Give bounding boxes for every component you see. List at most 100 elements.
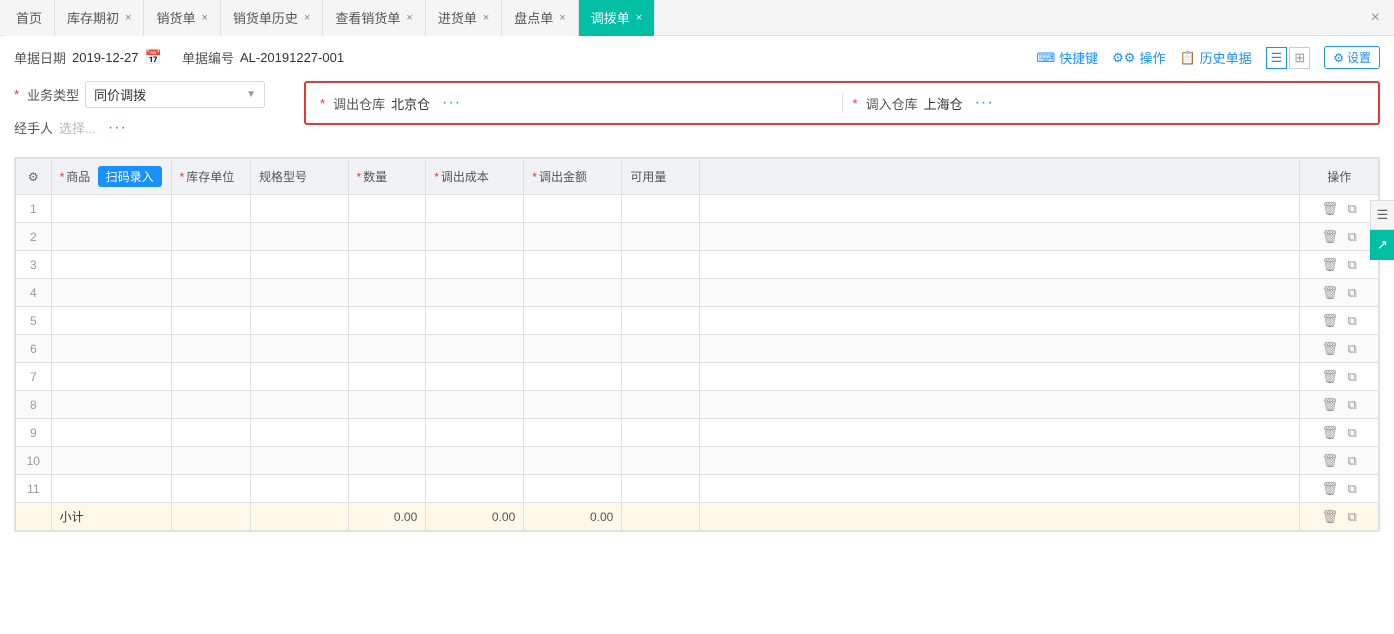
subtotal-copy-btn[interactable]: ⧉ [1348, 509, 1357, 525]
spec-cell[interactable] [250, 475, 348, 503]
calendar-icon[interactable]: 📅 [145, 49, 162, 66]
product-cell[interactable] [51, 475, 171, 503]
amount-cell[interactable] [524, 363, 622, 391]
amount-cell[interactable] [524, 251, 622, 279]
available-cell[interactable] [622, 251, 700, 279]
available-cell[interactable] [622, 335, 700, 363]
view-grid-btn[interactable]: ⊞ [1289, 47, 1310, 69]
cost-cell[interactable] [426, 307, 524, 335]
amount-cell[interactable] [524, 307, 622, 335]
business-type-select[interactable]: 同价调拨 ▼ [85, 81, 265, 108]
tab-transfer[interactable]: 调拨单 × [579, 0, 655, 36]
copy-row-btn[interactable]: ⧉ [1348, 257, 1357, 273]
delete-row-btn[interactable]: 🗑 [1322, 453, 1339, 469]
product-cell[interactable] [51, 447, 171, 475]
unit-cell[interactable] [171, 391, 250, 419]
tab-purchase-order[interactable]: 进货单 × [426, 0, 502, 36]
qty-cell[interactable] [348, 279, 426, 307]
close-all-tabs[interactable]: × [1361, 9, 1390, 27]
shortcuts-btn[interactable]: ⌨ 快捷键 [1036, 48, 1098, 67]
close-tab-inventory-init[interactable]: × [125, 12, 131, 24]
cost-cell[interactable] [426, 419, 524, 447]
available-cell[interactable] [622, 447, 700, 475]
qty-cell[interactable] [348, 363, 426, 391]
available-cell[interactable] [622, 307, 700, 335]
amount-cell[interactable] [524, 419, 622, 447]
amount-cell[interactable] [524, 391, 622, 419]
delete-row-btn[interactable]: 🗑 [1322, 285, 1339, 301]
cost-cell[interactable] [426, 363, 524, 391]
spec-cell[interactable] [250, 195, 348, 223]
delete-row-btn[interactable]: 🗑 [1322, 481, 1339, 497]
cost-cell[interactable] [426, 447, 524, 475]
available-cell[interactable] [622, 195, 700, 223]
qty-cell[interactable] [348, 307, 426, 335]
unit-cell[interactable] [171, 195, 250, 223]
product-cell[interactable] [51, 419, 171, 447]
close-tab-sales-history[interactable]: × [304, 12, 310, 24]
history-btn[interactable]: 📋 历史单据 [1179, 48, 1251, 67]
in-warehouse-more-btn[interactable]: ··· [975, 94, 994, 112]
close-tab-transfer[interactable]: × [636, 12, 642, 24]
copy-row-btn[interactable]: ⧉ [1348, 201, 1357, 217]
amount-cell[interactable] [524, 279, 622, 307]
delete-row-btn[interactable]: 🗑 [1322, 341, 1339, 357]
qty-cell[interactable] [348, 335, 426, 363]
copy-row-btn[interactable]: ⧉ [1348, 425, 1357, 441]
close-tab-sales-order[interactable]: × [201, 12, 207, 24]
view-list-btn[interactable]: ☰ [1266, 47, 1288, 69]
spec-cell[interactable] [250, 447, 348, 475]
spec-cell[interactable] [250, 307, 348, 335]
delete-row-btn[interactable]: 🗑 [1322, 369, 1339, 385]
product-cell[interactable] [51, 195, 171, 223]
product-cell[interactable] [51, 335, 171, 363]
spec-cell[interactable] [250, 279, 348, 307]
tab-home[interactable]: 首页 [4, 0, 55, 36]
delete-row-btn[interactable]: 🗑 [1322, 229, 1339, 245]
available-cell[interactable] [622, 279, 700, 307]
copy-row-btn[interactable]: ⧉ [1348, 481, 1357, 497]
unit-cell[interactable] [171, 223, 250, 251]
delete-row-btn[interactable]: 🗑 [1322, 201, 1339, 217]
delete-row-btn[interactable]: 🗑 [1322, 313, 1339, 329]
spec-cell[interactable] [250, 335, 348, 363]
available-cell[interactable] [622, 363, 700, 391]
tab-inventory-init[interactable]: 库存期初 × [55, 0, 144, 36]
copy-row-btn[interactable]: ⧉ [1348, 397, 1357, 413]
product-cell[interactable] [51, 391, 171, 419]
unit-cell[interactable] [171, 475, 250, 503]
cost-cell[interactable] [426, 251, 524, 279]
close-tab-purchase-order[interactable]: × [483, 12, 489, 24]
unit-cell[interactable] [171, 251, 250, 279]
close-tab-inventory-check[interactable]: × [559, 12, 565, 24]
amount-cell[interactable] [524, 475, 622, 503]
spec-cell[interactable] [250, 391, 348, 419]
qty-cell[interactable] [348, 475, 426, 503]
float-list-btn[interactable]: ☰ [1370, 200, 1394, 230]
handler-more-btn[interactable]: ··· [108, 119, 127, 137]
tab-inventory-check[interactable]: 盘点单 × [502, 0, 578, 36]
cost-cell[interactable] [426, 391, 524, 419]
qty-cell[interactable] [348, 223, 426, 251]
unit-cell[interactable] [171, 447, 250, 475]
copy-row-btn[interactable]: ⧉ [1348, 369, 1357, 385]
product-cell[interactable] [51, 251, 171, 279]
spec-cell[interactable] [250, 363, 348, 391]
operations-btn[interactable]: ⚙⚙ 操作 [1112, 48, 1165, 67]
unit-cell[interactable] [171, 335, 250, 363]
unit-cell[interactable] [171, 279, 250, 307]
available-cell[interactable] [622, 475, 700, 503]
settings-button[interactable]: ⚙ 设置 [1324, 46, 1380, 69]
delete-row-btn[interactable]: 🗑 [1322, 397, 1339, 413]
delete-row-btn[interactable]: 🗑 [1322, 425, 1339, 441]
spec-cell[interactable] [250, 419, 348, 447]
qty-cell[interactable] [348, 447, 426, 475]
qty-cell[interactable] [348, 195, 426, 223]
copy-row-btn[interactable]: ⧉ [1348, 229, 1357, 245]
copy-row-btn[interactable]: ⧉ [1348, 285, 1357, 301]
product-cell[interactable] [51, 307, 171, 335]
cost-cell[interactable] [426, 475, 524, 503]
amount-cell[interactable] [524, 195, 622, 223]
amount-cell[interactable] [524, 335, 622, 363]
spec-cell[interactable] [250, 223, 348, 251]
